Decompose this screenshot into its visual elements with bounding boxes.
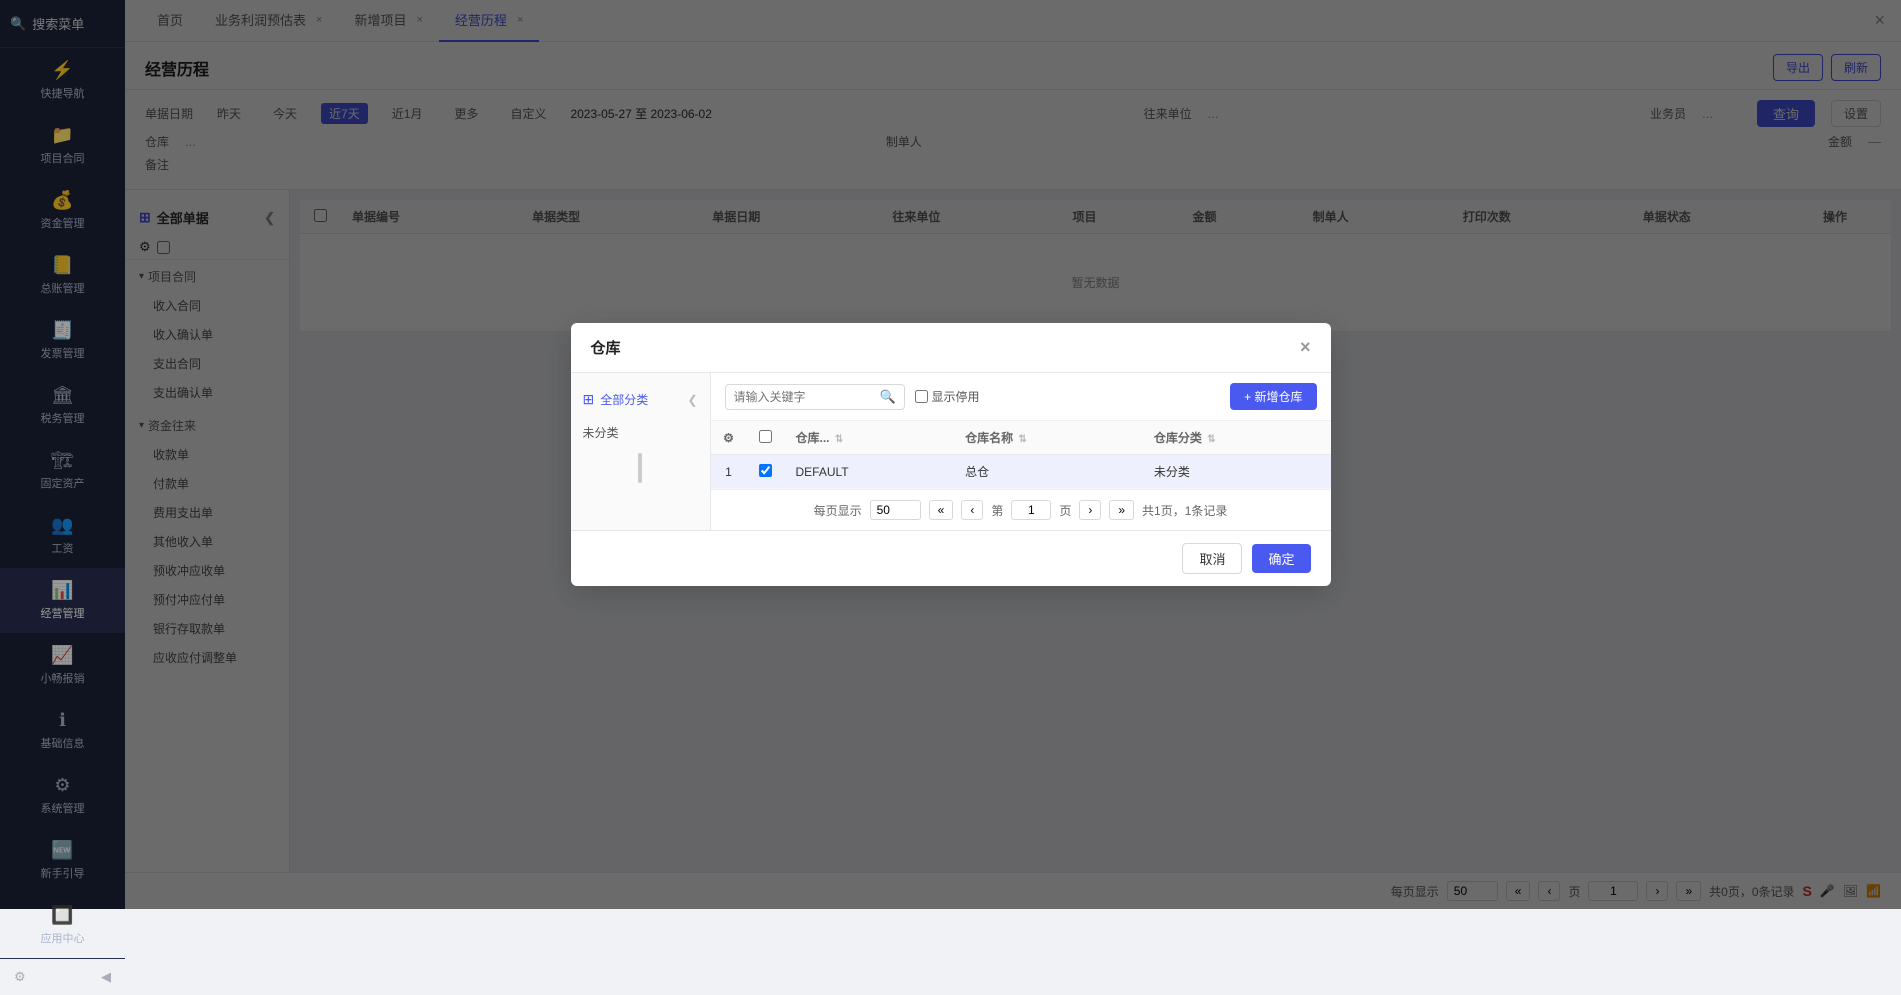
modal-col-gear: ⚙ [711,421,747,455]
modal-col-code-sort[interactable]: ⇅ [835,434,843,445]
modal-page-suffix: 页 [1059,502,1071,519]
modal-row-checkbox[interactable] [759,464,772,477]
modal-col-code-label: 仓库... [796,431,830,445]
warehouse-modal: 仓库 × ⊞ 全部分类 ❮ 未分类 [571,323,1331,586]
modal-add-warehouse-btn[interactable]: + 新增仓库 [1230,383,1316,410]
sidebar-bottom: ⚙ ◀ [0,958,125,995]
modal-table-row[interactable]: 1 DEFAULT 总仓 未分类 [711,455,1331,489]
search-icon-modal[interactable]: 🔍 [880,389,896,405]
modal-row-no: 1 [711,455,747,489]
modal-pagination: 每页显示 50 100 « ‹ 第 页 › » 共1页，1条记录 [711,489,1331,530]
modal-first-page-btn[interactable]: « [929,500,954,520]
modal-left-item-label: 未分类 [583,426,619,440]
modal-confirm-button[interactable]: 确定 [1252,544,1310,573]
modal-close-button[interactable]: × [1300,337,1311,358]
modal-table: ⚙ 仓库... ⇅ 仓库名称 [711,421,1331,489]
modal-page-label: 第 [991,502,1003,519]
modal-title: 仓库 [591,337,621,358]
modal-row-category: 未分类 [1142,455,1331,489]
modal-col-name-label: 仓库名称 [965,431,1013,445]
modal-cancel-button[interactable]: 取消 [1182,543,1242,574]
modal-select-all[interactable] [759,430,772,443]
modal-left-scrollbar [638,453,642,483]
modal-per-page-label: 每页显示 [814,502,862,519]
modal-footer: 取消 确定 [571,530,1331,586]
modal-all-categories-label: 全部分类 [600,391,648,408]
modal-left-scrollbar-wrap [571,453,710,483]
modal-row-checkbox-cell [747,455,784,489]
modal-left-collapse-btn[interactable]: ❮ [687,393,697,407]
modal-col-name: 仓库名称 ⇅ [953,421,1142,455]
modal-all-categories[interactable]: ⊞ 全部分类 ❮ [571,383,710,416]
modal-row-code: DEFAULT [784,455,954,489]
modal-show-disabled-label[interactable]: 显示停用 [915,388,980,405]
modal-right-panel: 🔍 显示停用 + 新增仓库 ⚙ [711,373,1331,530]
modal-col-category: 仓库分类 ⇅ [1142,421,1331,455]
modal-col-name-sort[interactable]: ⇅ [1019,434,1027,445]
modal-overlay: 仓库 × ⊞ 全部分类 ❮ 未分类 [0,0,1901,909]
collapse-icon[interactable]: ◀ [101,969,111,985]
show-disabled-text: 显示停用 [932,388,980,405]
modal-col-checkbox [747,421,784,455]
modal-header: 仓库 × [571,323,1331,373]
modal-body: ⊞ 全部分类 ❮ 未分类 🔍 [571,373,1331,530]
modal-row-name: 总仓 [953,455,1142,489]
modal-table-wrap: ⚙ 仓库... ⇅ 仓库名称 [711,421,1331,489]
modal-col-code: 仓库... ⇅ [784,421,954,455]
modal-total-text: 共1页，1条记录 [1142,502,1227,519]
modal-last-page-btn[interactable]: » [1109,500,1134,520]
grid-icon-modal: ⊞ [583,391,595,408]
settings-icon[interactable]: ⚙ [14,969,26,985]
modal-col-category-sort[interactable]: ⇅ [1207,434,1215,445]
modal-prev-page-btn[interactable]: ‹ [961,500,983,520]
modal-per-page-select[interactable]: 50 100 [870,500,921,520]
modal-next-page-btn[interactable]: › [1079,500,1101,520]
modal-gear-icon[interactable]: ⚙ [723,431,734,445]
modal-left-item-uncategorized[interactable]: 未分类 [571,416,710,449]
modal-toolbar: 🔍 显示停用 + 新增仓库 [711,373,1331,421]
show-disabled-checkbox[interactable] [915,390,928,403]
modal-search-box: 🔍 [725,384,905,410]
modal-col-category-label: 仓库分类 [1154,431,1202,445]
modal-page-input[interactable] [1011,500,1051,520]
modal-left-panel: ⊞ 全部分类 ❮ 未分类 [571,373,711,530]
modal-search-input[interactable] [734,390,874,404]
sidebar-item-label: 应用中心 [41,930,85,946]
